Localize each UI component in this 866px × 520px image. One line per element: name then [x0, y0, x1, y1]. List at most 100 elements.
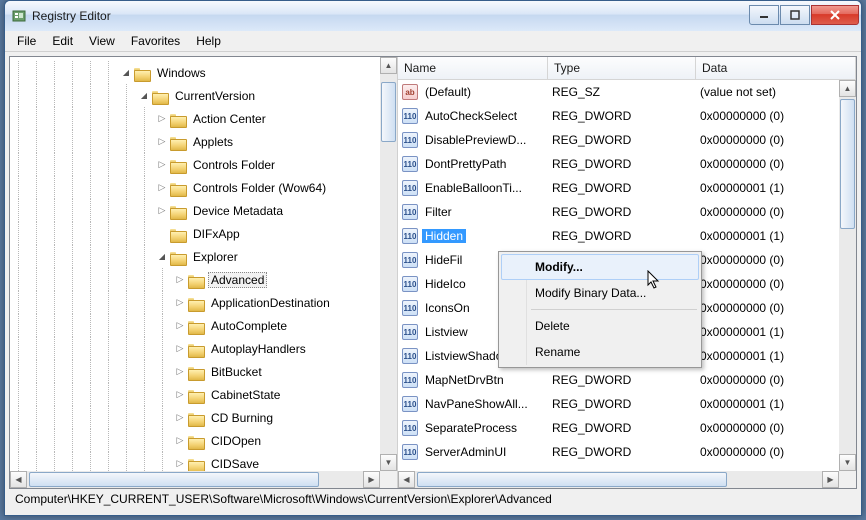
tree-item[interactable]: CurrentVersion — [10, 84, 380, 107]
context-menu-delete[interactable]: Delete — [501, 313, 699, 339]
expand-icon[interactable] — [154, 134, 170, 150]
tree-item[interactable]: CD Burning — [10, 406, 380, 429]
value-data: 0x00000001 (1) — [700, 181, 839, 195]
tree-item[interactable]: Controls Folder (Wow64) — [10, 176, 380, 199]
menu-edit[interactable]: Edit — [44, 32, 81, 50]
scroll-left-icon[interactable]: ◀ — [10, 471, 27, 488]
folder-icon — [188, 319, 204, 333]
value-type: REG_DWORD — [552, 133, 700, 147]
list-horizontal-scrollbar[interactable]: ◀ ▶ — [398, 471, 839, 488]
expand-icon[interactable] — [172, 295, 188, 311]
tree-item[interactable]: Device Metadata — [10, 199, 380, 222]
folder-icon — [188, 457, 204, 471]
tree-item-label: Advanced — [208, 272, 267, 288]
folder-icon — [170, 227, 186, 241]
collapse-icon[interactable] — [136, 88, 152, 104]
tree-item[interactable]: CIDSave — [10, 452, 380, 471]
dword-value-icon: 110 — [402, 108, 418, 124]
scroll-right-icon[interactable]: ▶ — [822, 471, 839, 488]
list-header: Name Type Data — [398, 57, 856, 80]
list-row[interactable]: 110SeparateProcessREG_DWORD0x00000000 (0… — [398, 416, 839, 440]
scroll-down-icon[interactable]: ▼ — [839, 454, 856, 471]
list-row[interactable]: 110DisablePreviewD...REG_DWORD0x00000000… — [398, 128, 839, 152]
tree-item[interactable]: ApplicationDestination — [10, 291, 380, 314]
tree-item[interactable]: Action Center — [10, 107, 380, 130]
menu-file[interactable]: File — [9, 32, 44, 50]
menu-help[interactable]: Help — [188, 32, 229, 50]
menu-view[interactable]: View — [81, 32, 123, 50]
context-menu-modify-binary[interactable]: Modify Binary Data... — [501, 280, 699, 306]
expand-icon[interactable] — [172, 272, 188, 288]
list-row[interactable]: 110AutoCheckSelectREG_DWORD0x00000000 (0… — [398, 104, 839, 128]
minimize-button[interactable] — [749, 5, 779, 25]
registry-tree[interactable]: WindowsCurrentVersionAction CenterApplet… — [10, 57, 380, 471]
scroll-right-icon[interactable]: ▶ — [363, 471, 380, 488]
tree-item[interactable]: Explorer — [10, 245, 380, 268]
tree-item-label: ApplicationDestination — [208, 295, 333, 311]
tree-item[interactable]: Applets — [10, 130, 380, 153]
tree-item[interactable]: CabinetState — [10, 383, 380, 406]
scroll-left-icon[interactable]: ◀ — [398, 471, 415, 488]
tree-item[interactable]: DIFxApp — [10, 222, 380, 245]
list-row[interactable]: 110EnableBalloonTi...REG_DWORD0x00000001… — [398, 176, 839, 200]
column-data[interactable]: Data — [696, 57, 856, 79]
list-row[interactable]: 110DontPrettyPathREG_DWORD0x00000000 (0) — [398, 152, 839, 176]
tree-pane: WindowsCurrentVersionAction CenterApplet… — [10, 57, 398, 488]
expand-icon[interactable] — [172, 387, 188, 403]
scroll-down-icon[interactable]: ▼ — [380, 454, 397, 471]
expand-icon[interactable] — [154, 180, 170, 196]
tree-item[interactable]: CIDOpen — [10, 429, 380, 452]
tree-item[interactable]: BitBucket — [10, 360, 380, 383]
folder-icon — [170, 250, 186, 264]
expand-icon[interactable] — [172, 318, 188, 334]
expand-icon[interactable] — [172, 341, 188, 357]
list-row[interactable]: 110HiddenREG_DWORD0x00000001 (1) — [398, 224, 839, 248]
context-menu-rename[interactable]: Rename — [501, 339, 699, 365]
expand-icon[interactable] — [172, 456, 188, 472]
window-title: Registry Editor — [32, 9, 111, 23]
value-data: 0x00000001 (1) — [700, 229, 839, 243]
dword-value-icon: 110 — [402, 228, 418, 244]
expand-icon[interactable] — [172, 433, 188, 449]
tree-item-label: CIDOpen — [208, 433, 264, 449]
expand-icon[interactable] — [154, 111, 170, 127]
expand-icon[interactable] — [154, 157, 170, 173]
tree-item[interactable]: Controls Folder — [10, 153, 380, 176]
context-menu-modify[interactable]: Modify... — [501, 254, 699, 280]
column-type[interactable]: Type — [548, 57, 696, 79]
list-vertical-scrollbar[interactable]: ▲ ▼ — [839, 80, 856, 471]
tree-vertical-scrollbar[interactable]: ▲ ▼ — [380, 57, 397, 471]
tree-item[interactable]: AutoplayHandlers — [10, 337, 380, 360]
expand-icon[interactable] — [172, 410, 188, 426]
scrollbar-thumb[interactable] — [29, 472, 319, 487]
collapse-icon[interactable] — [118, 65, 134, 81]
close-button[interactable] — [811, 5, 859, 25]
titlebar[interactable]: Registry Editor — [5, 1, 861, 31]
expand-icon[interactable] — [172, 364, 188, 380]
list-row[interactable]: 110NavPaneShowAll...REG_DWORD0x00000001 … — [398, 392, 839, 416]
list-row[interactable]: ab(Default)REG_SZ(value not set) — [398, 80, 839, 104]
value-data: 0x00000000 (0) — [700, 157, 839, 171]
scrollbar-thumb[interactable] — [381, 82, 396, 142]
list-row[interactable]: 110ServerAdminUIREG_DWORD0x00000000 (0) — [398, 440, 839, 464]
column-name[interactable]: Name — [398, 57, 548, 79]
value-name: (Default) — [422, 85, 552, 99]
list-row[interactable]: 110MapNetDrvBtnREG_DWORD0x00000000 (0) — [398, 368, 839, 392]
list-row[interactable]: 110FilterREG_DWORD0x00000000 (0) — [398, 200, 839, 224]
scrollbar-thumb[interactable] — [840, 99, 855, 229]
folder-icon — [188, 342, 204, 356]
maximize-button[interactable] — [780, 5, 810, 25]
folder-icon — [188, 273, 204, 287]
expand-icon[interactable] — [154, 226, 170, 242]
tree-item[interactable]: Advanced — [10, 268, 380, 291]
scroll-up-icon[interactable]: ▲ — [380, 57, 397, 74]
tree-horizontal-scrollbar[interactable]: ◀ ▶ — [10, 471, 380, 488]
tree-item[interactable]: AutoComplete — [10, 314, 380, 337]
scrollbar-thumb[interactable] — [417, 472, 727, 487]
dword-value-icon: 110 — [402, 132, 418, 148]
collapse-icon[interactable] — [154, 249, 170, 265]
scroll-up-icon[interactable]: ▲ — [839, 80, 856, 97]
expand-icon[interactable] — [154, 203, 170, 219]
tree-item[interactable]: Windows — [10, 61, 380, 84]
menu-favorites[interactable]: Favorites — [123, 32, 188, 50]
